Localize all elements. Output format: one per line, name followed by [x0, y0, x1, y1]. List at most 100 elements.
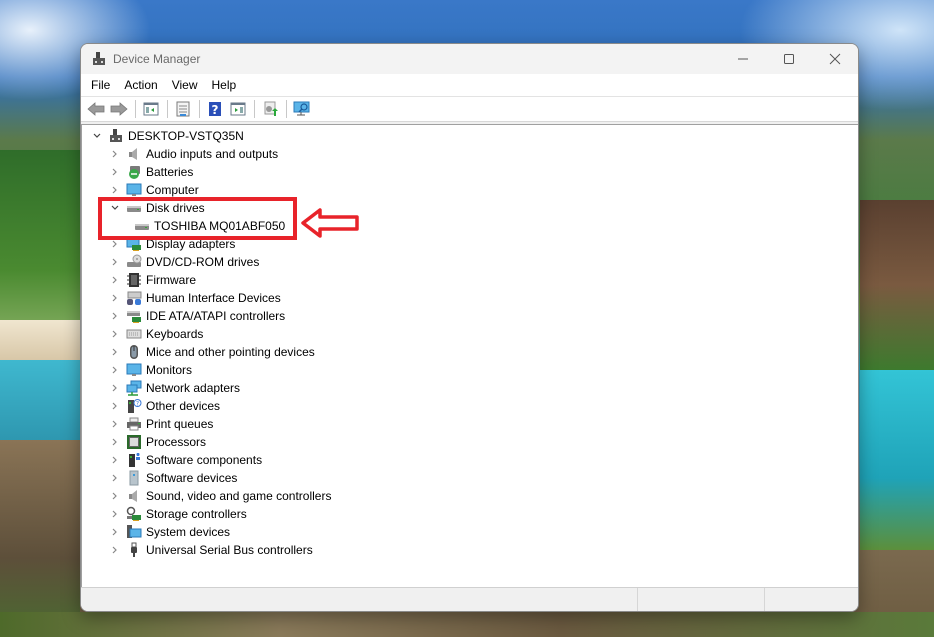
tree-item-software-devices[interactable]: Software devices [90, 469, 331, 487]
tree-item-dvd-cd-rom-drives[interactable]: DVD/CD-ROM drives [90, 253, 331, 271]
network-adapter-icon [126, 380, 142, 396]
tree-item-software-components[interactable]: Software components [90, 451, 331, 469]
title-bar[interactable]: Device Manager [81, 44, 858, 74]
chevron-right-icon[interactable] [108, 325, 122, 343]
tree-item-firmware[interactable]: Firmware [90, 271, 331, 289]
chevron-down-icon[interactable] [90, 127, 104, 145]
chevron-right-icon[interactable] [108, 541, 122, 559]
status-panel-3 [765, 588, 858, 611]
menu-bar: File Action View Help [81, 74, 858, 96]
tree-item-human-interface-devices[interactable]: Human Interface Devices [90, 289, 331, 307]
chevron-right-icon[interactable] [108, 397, 122, 415]
properties-button[interactable] [172, 98, 194, 120]
chevron-right-icon[interactable] [108, 505, 122, 523]
tree-item-network-adapters[interactable]: Network adapters [90, 379, 331, 397]
tree-item-processors[interactable]: Processors [90, 433, 331, 451]
chevron-right-icon[interactable] [108, 451, 122, 469]
tree-item-label: Batteries [146, 165, 194, 179]
tree-item-label: Print queues [146, 417, 214, 431]
toolbar: ? [81, 96, 858, 122]
chevron-right-icon[interactable] [108, 253, 122, 271]
device-manager-icon [91, 51, 107, 67]
firmware-chip-icon [126, 272, 142, 288]
svg-text:?: ? [136, 401, 139, 408]
chevron-right-icon[interactable] [108, 523, 122, 541]
chevron-right-icon[interactable] [108, 145, 122, 163]
annotation-arrow-left-icon [301, 208, 359, 238]
tree-item-label: Monitors [146, 363, 193, 377]
tree-root[interactable]: DESKTOP-VSTQ35N [90, 127, 331, 145]
tree-item-label: Other devices [146, 399, 221, 413]
tree-item-label: Keyboards [146, 327, 204, 341]
toolbar-separator [199, 100, 200, 118]
show-hide-console-tree-button[interactable] [140, 98, 162, 120]
arrow-left-icon [87, 102, 105, 116]
chevron-right-icon[interactable] [108, 271, 122, 289]
hid-icon [126, 290, 142, 306]
tree-item-universal-serial-bus-controllers[interactable]: Universal Serial Bus controllers [90, 541, 331, 559]
device-manager-window: Device Manager File Action View Help ? D… [80, 43, 859, 612]
chevron-right-icon[interactable] [108, 307, 122, 325]
action-pane-icon [230, 102, 246, 116]
printer-icon [126, 416, 142, 432]
scan-hardware-changes-button[interactable] [291, 98, 313, 120]
minimize-button[interactable] [720, 44, 766, 74]
tree-item-label: Audio inputs and outputs [146, 147, 279, 161]
chevron-right-icon[interactable] [108, 163, 122, 181]
close-button[interactable] [812, 44, 858, 74]
forward-button[interactable] [108, 98, 130, 120]
update-driver-button[interactable] [259, 98, 281, 120]
tree-item-monitors[interactable]: Monitors [90, 361, 331, 379]
tree-item-label: Firmware [146, 273, 196, 287]
wallpaper-rocks-left [0, 440, 80, 637]
tree-item-label: DVD/CD-ROM drives [146, 255, 260, 269]
tree-item-label: Storage controllers [146, 507, 247, 521]
chevron-right-icon[interactable] [108, 343, 122, 361]
chevron-right-icon[interactable] [108, 433, 122, 451]
chevron-right-icon[interactable] [108, 379, 122, 397]
properties-icon [176, 101, 190, 117]
software-device-icon [126, 470, 142, 486]
wallpaper-bottom [0, 612, 934, 637]
help-button[interactable]: ? [204, 98, 226, 120]
back-button[interactable] [85, 98, 107, 120]
menu-file[interactable]: File [84, 74, 117, 96]
device-tree-pane[interactable]: DESKTOP-VSTQ35N Audio inputs and outputs… [81, 124, 858, 588]
menu-action[interactable]: Action [117, 74, 164, 96]
wallpaper-sea-right [860, 370, 934, 550]
tree-item-keyboards[interactable]: Keyboards [90, 325, 331, 343]
tree-item-storage-controllers[interactable]: Storage controllers [90, 505, 331, 523]
system-device-icon [126, 524, 142, 540]
tree-item-label: Universal Serial Bus controllers [146, 543, 313, 557]
maximize-button[interactable] [766, 44, 812, 74]
speaker-icon [126, 146, 142, 162]
speaker-icon [126, 488, 142, 504]
tree-item-sound-video-and-game-controllers[interactable]: Sound, video and game controllers [90, 487, 331, 505]
chevron-right-icon[interactable] [108, 415, 122, 433]
tree-item-system-devices[interactable]: System devices [90, 523, 331, 541]
storage-controller-icon [126, 506, 142, 522]
tree-item-batteries[interactable]: Batteries [90, 163, 331, 181]
chevron-right-icon[interactable] [108, 487, 122, 505]
menu-view[interactable]: View [165, 74, 205, 96]
tree-item-print-queues[interactable]: Print queues [90, 415, 331, 433]
battery-icon [126, 164, 142, 180]
show-hide-action-pane-button[interactable] [227, 98, 249, 120]
tree-item-ide-ata-atapi-controllers[interactable]: IDE ATA/ATAPI controllers [90, 307, 331, 325]
tree-item-audio-inputs-and-outputs[interactable]: Audio inputs and outputs [90, 145, 331, 163]
menu-help[interactable]: Help [205, 74, 244, 96]
tree-item-label: System devices [146, 525, 231, 539]
toolbar-separator [135, 100, 136, 118]
close-icon [829, 53, 841, 65]
help-icon: ? [209, 102, 221, 117]
software-component-icon [126, 452, 142, 468]
chevron-right-icon[interactable] [108, 289, 122, 307]
chevron-right-icon[interactable] [108, 469, 122, 487]
scan-monitor-icon [293, 101, 310, 116]
tree-item-mice-and-other-pointing-devices[interactable]: Mice and other pointing devices [90, 343, 331, 361]
tree-item-label: Mice and other pointing devices [146, 345, 315, 359]
tree-item-label: Network adapters [146, 381, 241, 395]
chevron-right-icon[interactable] [108, 361, 122, 379]
mouse-icon [126, 344, 142, 360]
tree-item-other-devices[interactable]: ? Other devices [90, 397, 331, 415]
